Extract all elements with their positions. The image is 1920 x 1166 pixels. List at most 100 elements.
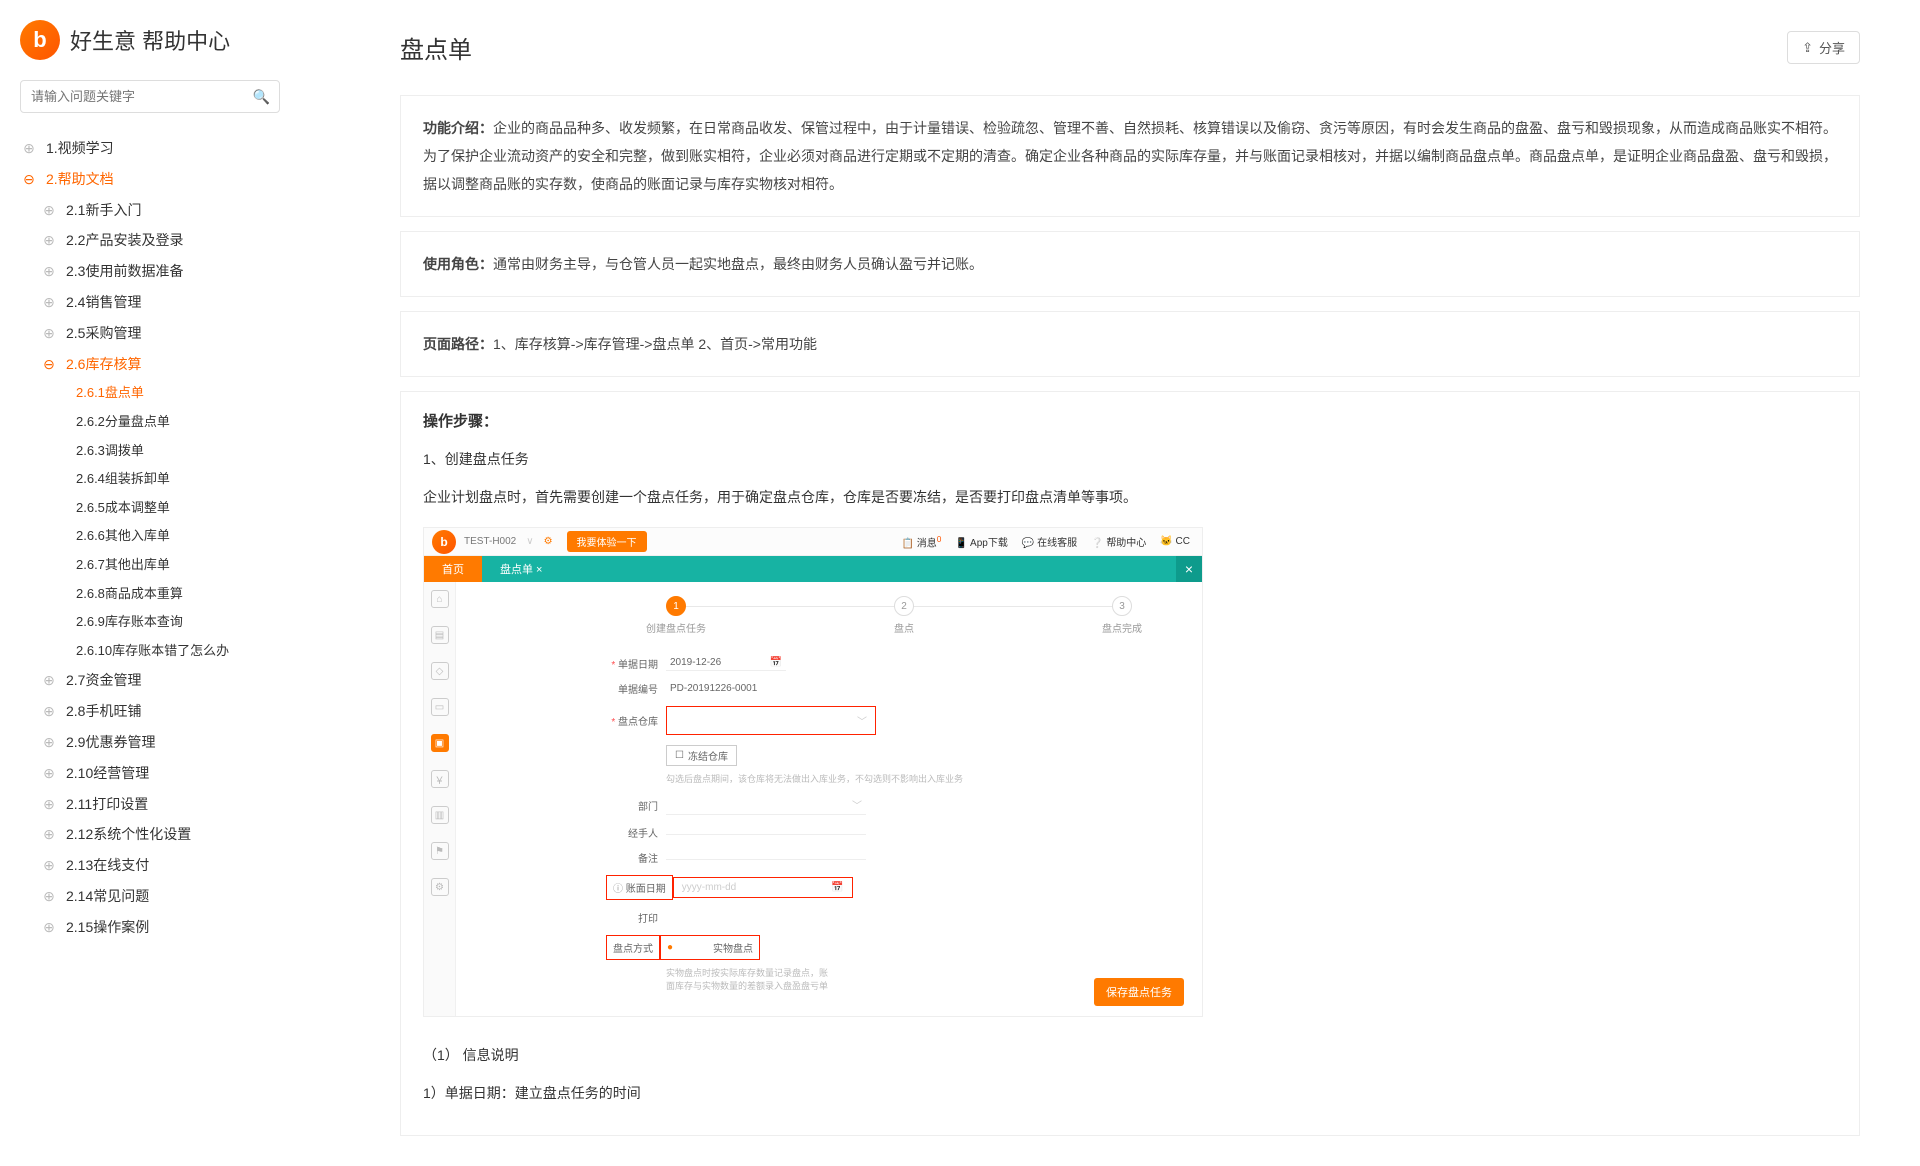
cart-icon: ◇ xyxy=(431,662,449,680)
nav-2-5[interactable]: 2.5采购管理 xyxy=(20,318,280,349)
box-icon: ▭ xyxy=(431,698,449,716)
nav-2-15[interactable]: 2.15操作案例 xyxy=(20,912,280,943)
role-label: 使用角色： xyxy=(423,256,493,272)
shot-trial-button: 我要体验一下 xyxy=(567,531,647,552)
calendar-icon: 📅 xyxy=(770,657,782,668)
expand-icon xyxy=(20,139,38,157)
nav-2-6-6[interactable]: 2.6.6其他入库单 xyxy=(20,522,280,551)
shot-step-1: 1创建盘点任务 xyxy=(646,596,706,635)
shot-form: 1创建盘点任务 2盘点 3盘点完成 * 单据日期 2019-12-26📅 单据编… xyxy=(456,582,1202,1016)
nav-2-11[interactable]: 2.11打印设置 xyxy=(20,789,280,820)
shot-msg: 📋 消息0 xyxy=(901,534,941,549)
nav-2-7[interactable]: 2.7资金管理 xyxy=(20,665,280,696)
nav-2-6-4[interactable]: 2.6.4组装拆卸单 xyxy=(20,465,280,494)
nav-2-1[interactable]: 2.1新手入门 xyxy=(20,195,280,226)
nav-2-10[interactable]: 2.10经营管理 xyxy=(20,758,280,789)
shot-avatar: 🐱 CC xyxy=(1160,536,1190,547)
step1-title: 1、创建盘点任务 xyxy=(423,445,1837,473)
nav-video-learning[interactable]: 1.视频学习 xyxy=(20,133,280,164)
info-subtitle: （1） 信息说明 xyxy=(423,1041,1837,1069)
chevron-down-icon: ﹀ xyxy=(852,797,862,812)
nav-2-2[interactable]: 2.2产品安装及登录 xyxy=(20,225,280,256)
nav-2-6-5[interactable]: 2.6.5成本调整单 xyxy=(20,494,280,523)
money-icon: ￥ xyxy=(431,770,449,788)
expand-icon xyxy=(40,887,58,905)
calendar-icon: 📅 xyxy=(831,882,843,893)
nav-2-8[interactable]: 2.8手机旺铺 xyxy=(20,696,280,727)
shot-tab-home: 首页 xyxy=(424,556,482,582)
tool-icon: ⚑ xyxy=(431,842,449,860)
nav-2-13[interactable]: 2.13在线支付 xyxy=(20,850,280,881)
shot-field-date: * 单据日期 2019-12-26📅 xyxy=(606,655,1182,671)
expand-icon xyxy=(40,795,58,813)
nav-2-6-10[interactable]: 2.6.10库存账本错了怎么办 xyxy=(20,637,280,666)
expand-icon xyxy=(40,733,58,751)
expand-icon xyxy=(40,232,58,250)
divider: ∨ xyxy=(526,536,533,547)
doc-icon: ▤ xyxy=(431,626,449,644)
stock-icon: ▣ xyxy=(431,734,449,752)
path-card: 页面路径：1、库存核算->库存管理->盘点单 2、首页->常用功能 xyxy=(400,311,1860,377)
role-text: 通常由财务主导，与仓管人员一起实地盘点，最终由财务人员确认盈亏并记账。 xyxy=(493,256,983,272)
shot-field-freeze: ☐冻结仓库 xyxy=(666,745,1182,766)
expand-icon xyxy=(40,826,58,844)
brand-title: 好生意 帮助中心 xyxy=(70,24,230,56)
nav-2-4[interactable]: 2.4销售管理 xyxy=(20,287,280,318)
search-box: 🔍 xyxy=(20,80,280,113)
shot-header: b TEST-H002 ∨ ⚙ 我要体验一下 📋 消息0 📱 App下载 💬 在… xyxy=(424,528,1202,556)
shot-tenant: TEST-H002 xyxy=(464,536,516,547)
expand-icon xyxy=(40,201,58,219)
shot-field-person: 经手人 xyxy=(606,825,1182,840)
shot-field-booktime: ⓘ 账面日期 yyyy-mm-dd📅 xyxy=(606,875,1182,900)
shot-field-no: 单据编号 PD-20191226-0001 xyxy=(606,681,1182,696)
setting-icon: ⚙ xyxy=(431,878,449,896)
intro-label: 功能介绍： xyxy=(423,120,493,136)
shot-side-nav: ⌂ ▤ ◇ ▭ ▣ ￥ ▥ ⚑ ⚙ xyxy=(424,582,456,1016)
shot-app: 📱 App下载 xyxy=(955,534,1007,549)
expand-icon xyxy=(40,263,58,281)
path-text: 1、库存核算->库存管理->盘点单 2、首页->常用功能 xyxy=(493,336,817,352)
shot-help: ❔ 帮助中心 xyxy=(1091,534,1146,549)
search-icon[interactable]: 🔍 xyxy=(253,88,270,105)
shot-field-mode: 盘点方式 ● 实物盘点 xyxy=(606,935,1182,960)
logo-icon: b xyxy=(20,20,60,60)
expand-icon xyxy=(40,856,58,874)
intro-card: 功能介绍：企业的商品品种多、收发频繁，在日常商品收发、保管过程中，由于计量错误、… xyxy=(400,95,1860,217)
shot-field-print: 打印 xyxy=(606,910,1182,925)
main-content: 盘点单 ⇪ 分享 功能介绍：企业的商品品种多、收发频繁，在日常商品收发、保管过程… xyxy=(300,0,1920,1166)
shot-tabs: 首页 盘点单 × × xyxy=(424,556,1202,582)
expand-icon xyxy=(40,324,58,342)
page-title: 盘点单 xyxy=(400,30,472,65)
nav-2-12[interactable]: 2.12系统个性化设置 xyxy=(20,819,280,850)
expand-icon xyxy=(40,672,58,690)
nav-2-6[interactable]: 2.6库存核算 xyxy=(20,349,280,380)
steps-section: 操作步骤： 1、创建盘点任务 企业计划盘点时，首先需要创建一个盘点任务，用于确定… xyxy=(400,391,1860,1136)
step1-desc: 企业计划盘点时，首先需要创建一个盘点任务，用于确定盘点仓库，仓库是否要冻结，是否… xyxy=(423,483,1837,511)
shot-field-dept: 部门﹀ xyxy=(606,795,1182,815)
expand-icon xyxy=(40,293,58,311)
home-icon: ⌂ xyxy=(431,590,449,608)
nav-2-14[interactable]: 2.14常见问题 xyxy=(20,881,280,912)
nav-tree: 1.视频学习 2.帮助文档 2.1新手入门 2.2产品安装及登录 2.3使用前数… xyxy=(20,133,280,942)
nav-2-3[interactable]: 2.3使用前数据准备 xyxy=(20,256,280,287)
checkbox-icon: ☐ xyxy=(675,750,684,761)
shot-freeze-hint: 勾选后盘点期间，该仓库将无法做出入库业务，不勾选则不影响出入库业务 xyxy=(666,772,1182,785)
nav-help-docs[interactable]: 2.帮助文档 xyxy=(20,164,280,195)
nav-2-6-9[interactable]: 2.6.9库存账本查询 xyxy=(20,608,280,637)
steps-heading: 操作步骤： xyxy=(423,410,1837,431)
shot-field-remark: 备注 xyxy=(606,850,1182,865)
expand-icon xyxy=(40,703,58,721)
intro-text: 企业的商品品种多、收发频繁，在日常商品收发、保管过程中，由于计量错误、检验疏忽、… xyxy=(423,120,1837,192)
search-input[interactable] xyxy=(20,80,280,113)
nav-2-6-1[interactable]: 2.6.1盘点单 xyxy=(20,379,280,408)
gear-icon: ⚙ xyxy=(544,536,553,547)
nav-2-6-8[interactable]: 2.6.8商品成本重算 xyxy=(20,580,280,609)
nav-2-6-3[interactable]: 2.6.3调拨单 xyxy=(20,437,280,466)
screenshot-illustration: b TEST-H002 ∨ ⚙ 我要体验一下 📋 消息0 📱 App下载 💬 在… xyxy=(423,527,1203,1017)
nav-2-6-7[interactable]: 2.6.7其他出库单 xyxy=(20,551,280,580)
shot-step-2: 2盘点 xyxy=(894,596,914,635)
share-button[interactable]: ⇪ 分享 xyxy=(1787,31,1860,64)
nav-2-9[interactable]: 2.9优惠券管理 xyxy=(20,727,280,758)
shot-field-warehouse: * 盘点仓库 ﹀ xyxy=(606,706,1182,735)
nav-2-6-2[interactable]: 2.6.2分量盘点单 xyxy=(20,408,280,437)
